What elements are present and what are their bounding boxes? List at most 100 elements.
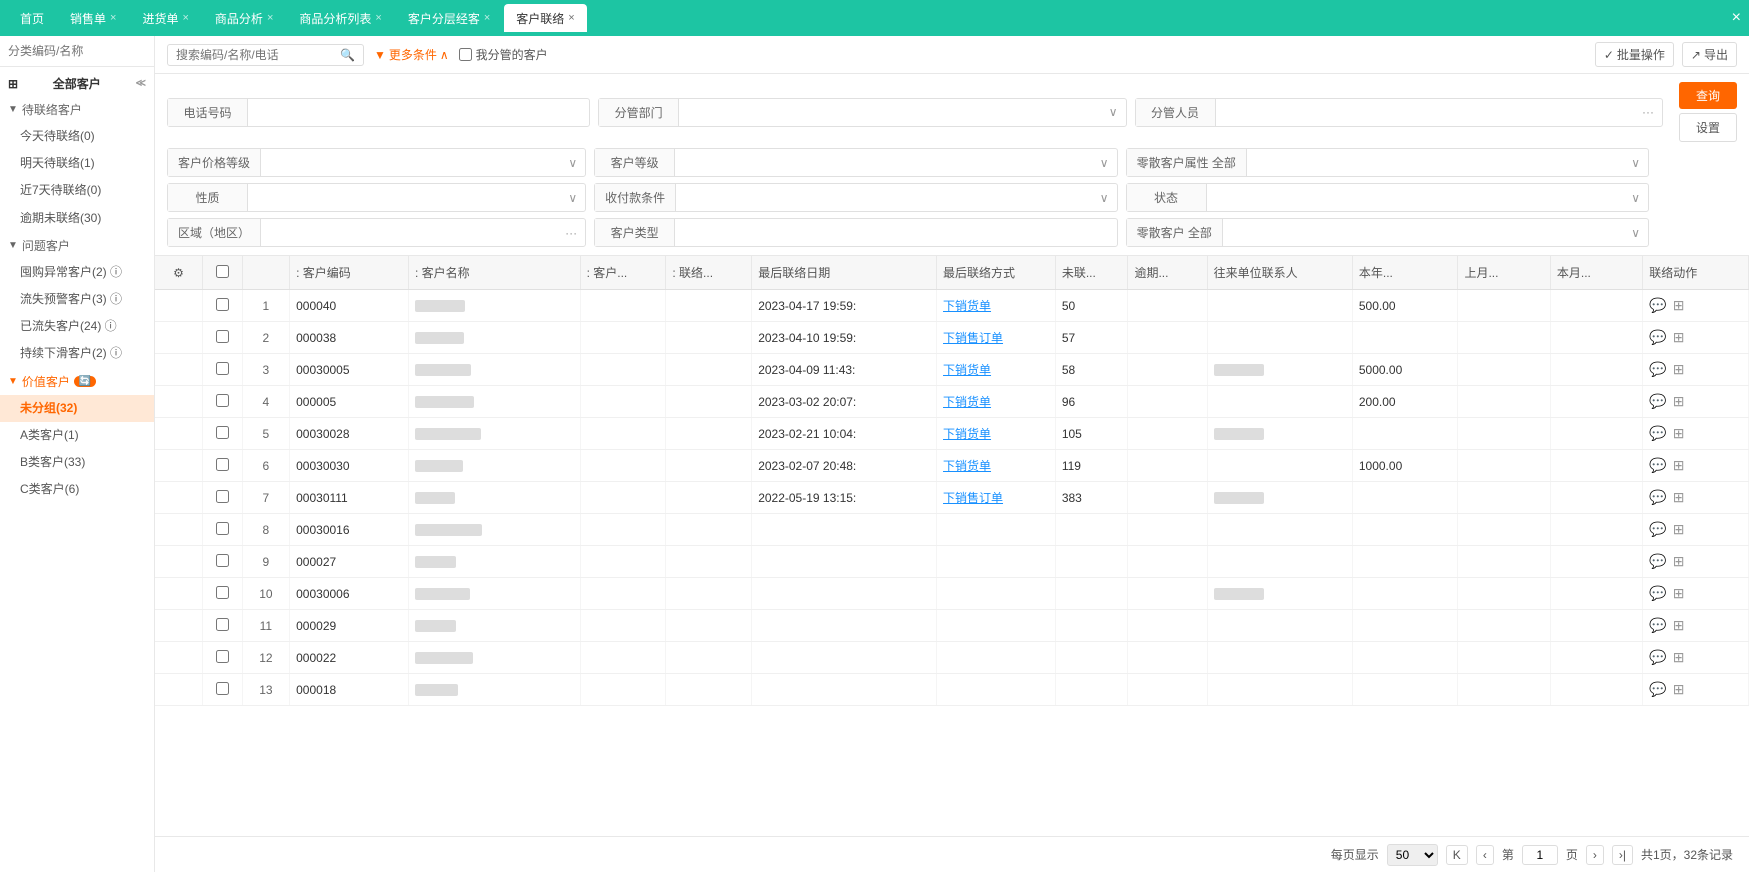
row-checkbox-cell[interactable] <box>203 354 243 386</box>
row-checkbox[interactable] <box>216 394 229 407</box>
th-settings[interactable]: ⚙ <box>155 256 203 290</box>
chat-action-icon[interactable]: 💬 <box>1649 361 1666 378</box>
row-lastway[interactable] <box>937 674 1056 706</box>
th-check[interactable] <box>203 256 243 290</box>
my-customers-checkbox-wrap[interactable]: 我分管的客户 <box>459 46 548 63</box>
tab-product-list[interactable]: 商品分析列表 × <box>287 4 393 32</box>
more-action-icon[interactable]: ⊞ <box>1673 457 1685 474</box>
th-thismon[interactable]: 本月... <box>1550 256 1642 290</box>
row-checkbox-cell[interactable] <box>203 386 243 418</box>
row-name[interactable] <box>408 322 580 354</box>
region-input[interactable] <box>261 222 557 244</box>
sidebar-item-churn-warn[interactable]: 流失预警客户(3) ⓘ <box>0 286 154 313</box>
status-input[interactable] <box>1207 187 1624 209</box>
tab-product-analysis[interactable]: 商品分析 × <box>203 4 285 32</box>
phone-input[interactable] <box>248 101 589 123</box>
row-name[interactable] <box>408 450 580 482</box>
chat-action-icon[interactable]: 💬 <box>1649 521 1666 538</box>
collapse-sidebar-icon[interactable]: ≪ <box>136 78 146 89</box>
close-customer-contact-tab[interactable]: × <box>568 12 574 24</box>
more-action-icon[interactable]: ⊞ <box>1673 297 1685 314</box>
price-grade-input[interactable] <box>261 152 560 174</box>
more-action-icon[interactable]: ⊞ <box>1673 521 1685 538</box>
row-lastway[interactable]: 下销售订单 <box>937 482 1056 514</box>
th-contact[interactable]: : 联络... <box>666 256 752 290</box>
lastway-link[interactable]: 下销货单 <box>943 299 991 313</box>
region-more[interactable]: ··· <box>557 226 585 240</box>
row-checkbox[interactable] <box>216 458 229 471</box>
th-lastway[interactable]: 最后联络方式 <box>937 256 1056 290</box>
sidebar-item-abnormal[interactable]: 囤购异常客户(2) ⓘ <box>0 259 154 286</box>
row-name[interactable] <box>408 642 580 674</box>
customer-type-input[interactable] <box>675 222 1116 244</box>
row-checkbox[interactable] <box>216 682 229 695</box>
prev-page-btn[interactable]: ‹ <box>1476 845 1494 865</box>
row-checkbox[interactable] <box>216 618 229 631</box>
row-checkbox-cell[interactable] <box>203 546 243 578</box>
more-action-icon[interactable]: ⊞ <box>1673 393 1685 410</box>
chat-action-icon[interactable]: 💬 <box>1649 617 1666 634</box>
nature-input[interactable] <box>248 187 560 209</box>
th-lastdate[interactable]: 最后联络日期 <box>752 256 937 290</box>
value-customer-group[interactable]: ▼ 价值客户 🔄 <box>0 368 154 395</box>
nature-arrow[interactable]: ∨ <box>560 191 585 205</box>
more-conditions-btn[interactable]: ▼ 更多条件 ∧ <box>374 46 449 63</box>
sidebar-item-tomorrow[interactable]: 明天待联络(1) <box>0 150 154 177</box>
sidebar-search-input[interactable] <box>8 44 155 58</box>
row-checkbox[interactable] <box>216 298 229 311</box>
sidebar-item-declining[interactable]: 持续下滑客户(2) ⓘ <box>0 340 154 367</box>
lastway-link[interactable]: 下销货单 <box>943 459 991 473</box>
close-sales-tab[interactable]: × <box>110 12 116 24</box>
row-checkbox-cell[interactable] <box>203 322 243 354</box>
row-name[interactable] <box>408 514 580 546</box>
problem-customer-group[interactable]: ▼ 问题客户 <box>0 232 154 259</box>
search-icon[interactable]: 🔍 <box>340 48 355 62</box>
chat-action-icon[interactable]: 💬 <box>1649 553 1666 570</box>
chat-action-icon[interactable]: 💬 <box>1649 329 1666 346</box>
row-lastway[interactable] <box>937 610 1056 642</box>
lastway-link[interactable]: 下销货单 <box>943 395 991 409</box>
more-action-icon[interactable]: ⊞ <box>1673 425 1685 442</box>
select-all-checkbox[interactable] <box>216 265 229 278</box>
tab-sales[interactable]: 销售单 × <box>58 4 128 32</box>
row-checkbox[interactable] <box>216 554 229 567</box>
reset-btn[interactable]: 设置 <box>1679 113 1737 142</box>
all-customers-section[interactable]: ⊞ 全部客户 ≪ <box>0 67 154 96</box>
row-checkbox-cell[interactable] <box>203 418 243 450</box>
manager-more-icon[interactable]: ··· <box>1634 105 1662 119</box>
row-lastway[interactable] <box>937 514 1056 546</box>
page-number-input[interactable] <box>1522 845 1558 865</box>
row-name[interactable] <box>408 610 580 642</box>
more-action-icon[interactable]: ⊞ <box>1673 681 1685 698</box>
th-type[interactable]: : 客户... <box>580 256 666 290</box>
sidebar-item-today[interactable]: 今天待联络(0) <box>0 123 154 150</box>
close-customer-tier-tab[interactable]: × <box>484 12 490 24</box>
more-action-icon[interactable]: ⊞ <box>1673 361 1685 378</box>
sidebar-item-ungrouped[interactable]: 未分组(32) <box>0 395 154 422</box>
row-checkbox[interactable] <box>216 426 229 439</box>
export-btn[interactable]: ↗ 导出 <box>1682 42 1737 67</box>
lastway-link[interactable]: 下销货单 <box>943 427 991 441</box>
lastway-link[interactable]: 下销售订单 <box>943 491 1003 505</box>
customer-grade-arrow[interactable]: ∨ <box>1092 156 1117 170</box>
row-checkbox[interactable] <box>216 362 229 375</box>
sidebar-item-a-class[interactable]: A类客户(1) <box>0 422 154 449</box>
my-customers-checkbox[interactable] <box>459 48 472 61</box>
row-lastway[interactable] <box>937 546 1056 578</box>
dept-input[interactable] <box>679 101 1101 123</box>
chat-action-icon[interactable]: 💬 <box>1649 393 1666 410</box>
row-checkbox-cell[interactable] <box>203 610 243 642</box>
retail-attr-arrow[interactable]: ∨ <box>1623 156 1648 170</box>
close-product-analysis-tab[interactable]: × <box>267 12 273 24</box>
row-checkbox-cell[interactable] <box>203 674 243 706</box>
row-checkbox[interactable] <box>216 330 229 343</box>
row-name[interactable] <box>408 578 580 610</box>
batch-ops-btn[interactable]: ✓ 批量操作 <box>1595 42 1674 67</box>
retail-attr-input[interactable] <box>1247 152 1623 174</box>
th-code[interactable]: : 客户编码 <box>290 256 409 290</box>
row-name[interactable] <box>408 546 580 578</box>
row-lastway[interactable]: 下销货单 <box>937 386 1056 418</box>
more-action-icon[interactable]: ⊞ <box>1673 649 1685 666</box>
more-action-icon[interactable]: ⊞ <box>1673 329 1685 346</box>
row-lastway[interactable]: 下销货单 <box>937 450 1056 482</box>
